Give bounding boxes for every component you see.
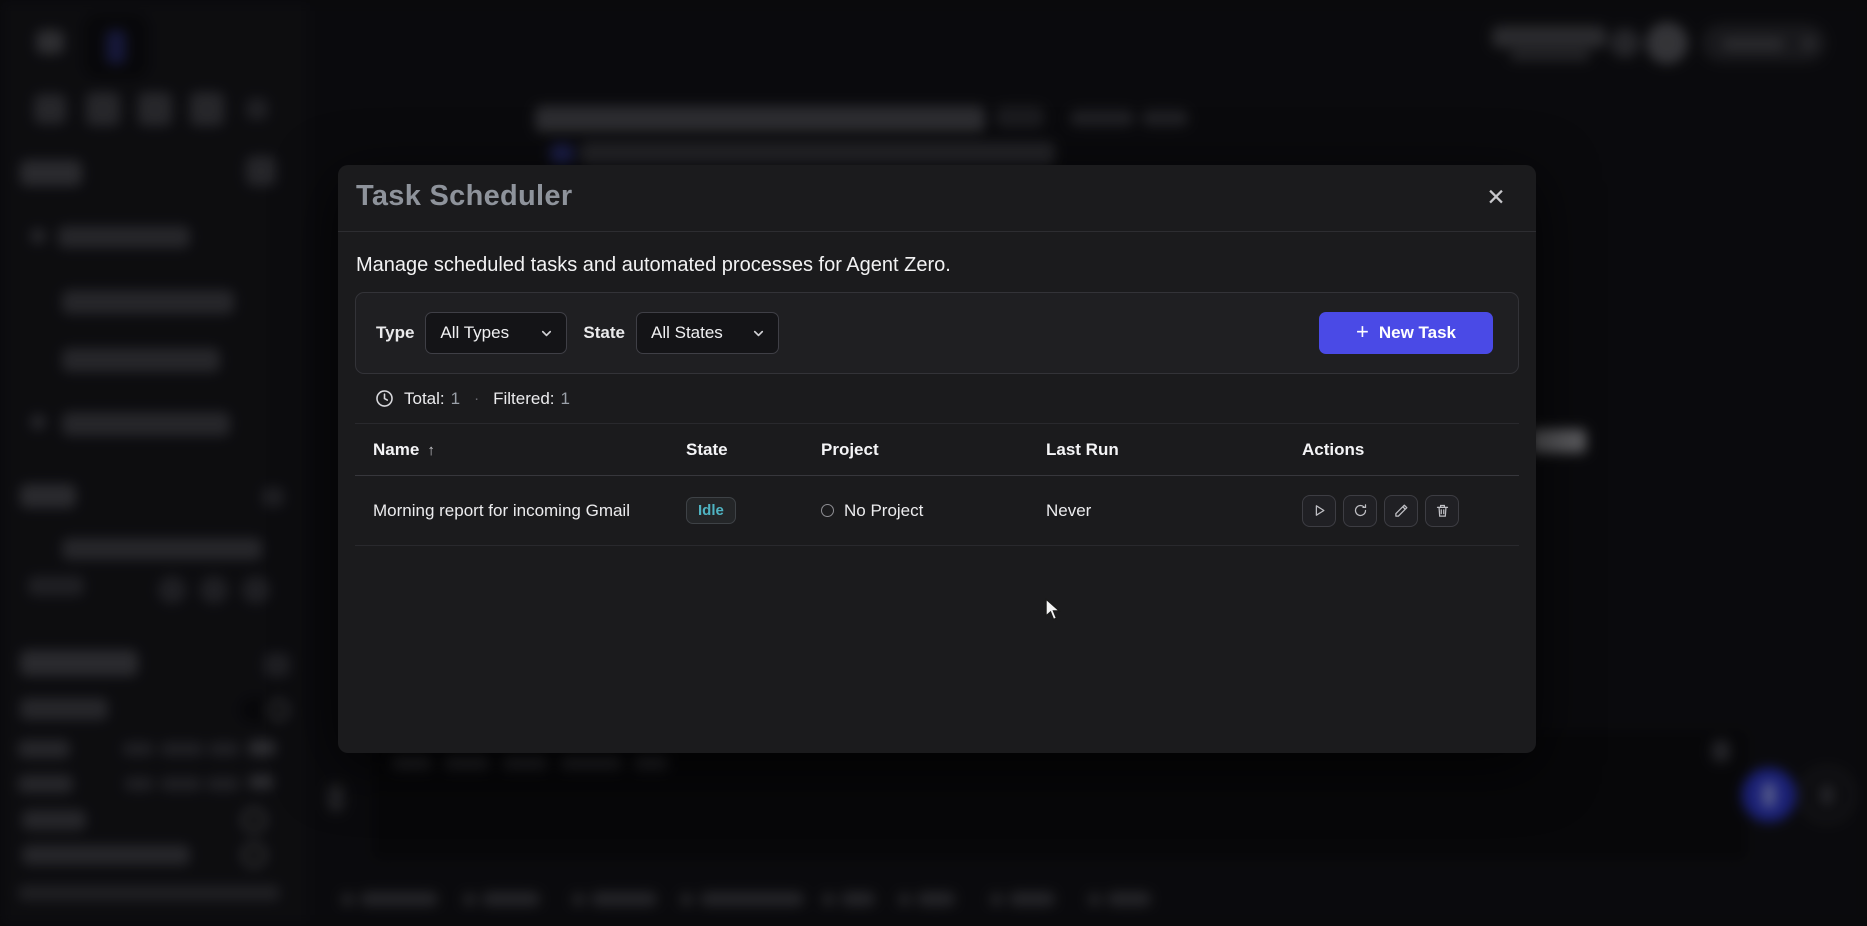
task-name: Morning report for incoming Gmail: [373, 501, 686, 521]
column-header-state[interactable]: State: [686, 440, 821, 460]
new-task-button[interactable]: + New Task: [1319, 312, 1493, 354]
pencil-icon: [1394, 503, 1409, 518]
task-last-run: Never: [1046, 501, 1302, 521]
edit-task-button[interactable]: [1384, 495, 1418, 527]
column-header-name[interactable]: Name↑: [373, 440, 686, 460]
table-header-row: Name↑ State Project Last Run Actions: [355, 424, 1519, 476]
refresh-icon: [1353, 503, 1368, 518]
summary-row: Total: 1 · Filtered: 1: [355, 374, 1519, 424]
modal-title: Task Scheduler: [356, 180, 572, 213]
task-project: No Project: [844, 501, 923, 521]
type-filter-label: Type: [376, 323, 414, 343]
column-header-actions: Actions: [1302, 440, 1519, 460]
new-task-label: New Task: [1379, 323, 1456, 343]
delete-task-button[interactable]: [1425, 495, 1459, 527]
state-filter-select[interactable]: All States: [636, 312, 779, 354]
play-icon: [1312, 503, 1327, 518]
total-value: 1: [451, 389, 460, 409]
type-filter-value: All Types: [440, 323, 509, 343]
trash-icon: [1435, 503, 1450, 518]
task-scheduler-modal: Task Scheduler ✕ Manage scheduled tasks …: [338, 165, 1536, 753]
project-circle-icon: [821, 504, 834, 517]
summary-divider: ·: [474, 390, 479, 407]
plus-icon: +: [1356, 321, 1369, 343]
row-actions: [1302, 495, 1519, 527]
close-button[interactable]: ✕: [1478, 179, 1514, 215]
table-row[interactable]: Morning report for incoming Gmail Idle N…: [355, 476, 1519, 546]
clock-icon: [375, 389, 394, 408]
reload-task-button[interactable]: [1343, 495, 1377, 527]
chevron-down-icon: [539, 326, 554, 341]
state-filter-label: State: [583, 323, 625, 343]
state-badge: Idle: [686, 497, 736, 524]
filtered-label: Filtered:: [493, 389, 554, 409]
sort-ascending-icon: ↑: [427, 442, 435, 459]
column-header-project[interactable]: Project: [821, 440, 1046, 460]
run-task-button[interactable]: [1302, 495, 1336, 527]
modal-header: Task Scheduler ✕: [338, 165, 1536, 232]
total-label: Total:: [404, 389, 445, 409]
type-filter-select[interactable]: All Types: [425, 312, 567, 354]
modal-description: Manage scheduled tasks and automated pro…: [356, 254, 1518, 277]
filtered-value: 1: [561, 389, 570, 409]
state-filter-value: All States: [651, 323, 723, 343]
filter-bar: Type All Types State All States + New Ta…: [355, 292, 1519, 374]
screen: { "modal": { "title": "Task Scheduler", …: [0, 0, 1867, 926]
chevron-down-icon: [751, 326, 766, 341]
column-header-last-run[interactable]: Last Run: [1046, 440, 1302, 460]
mouse-cursor: [1045, 598, 1067, 627]
